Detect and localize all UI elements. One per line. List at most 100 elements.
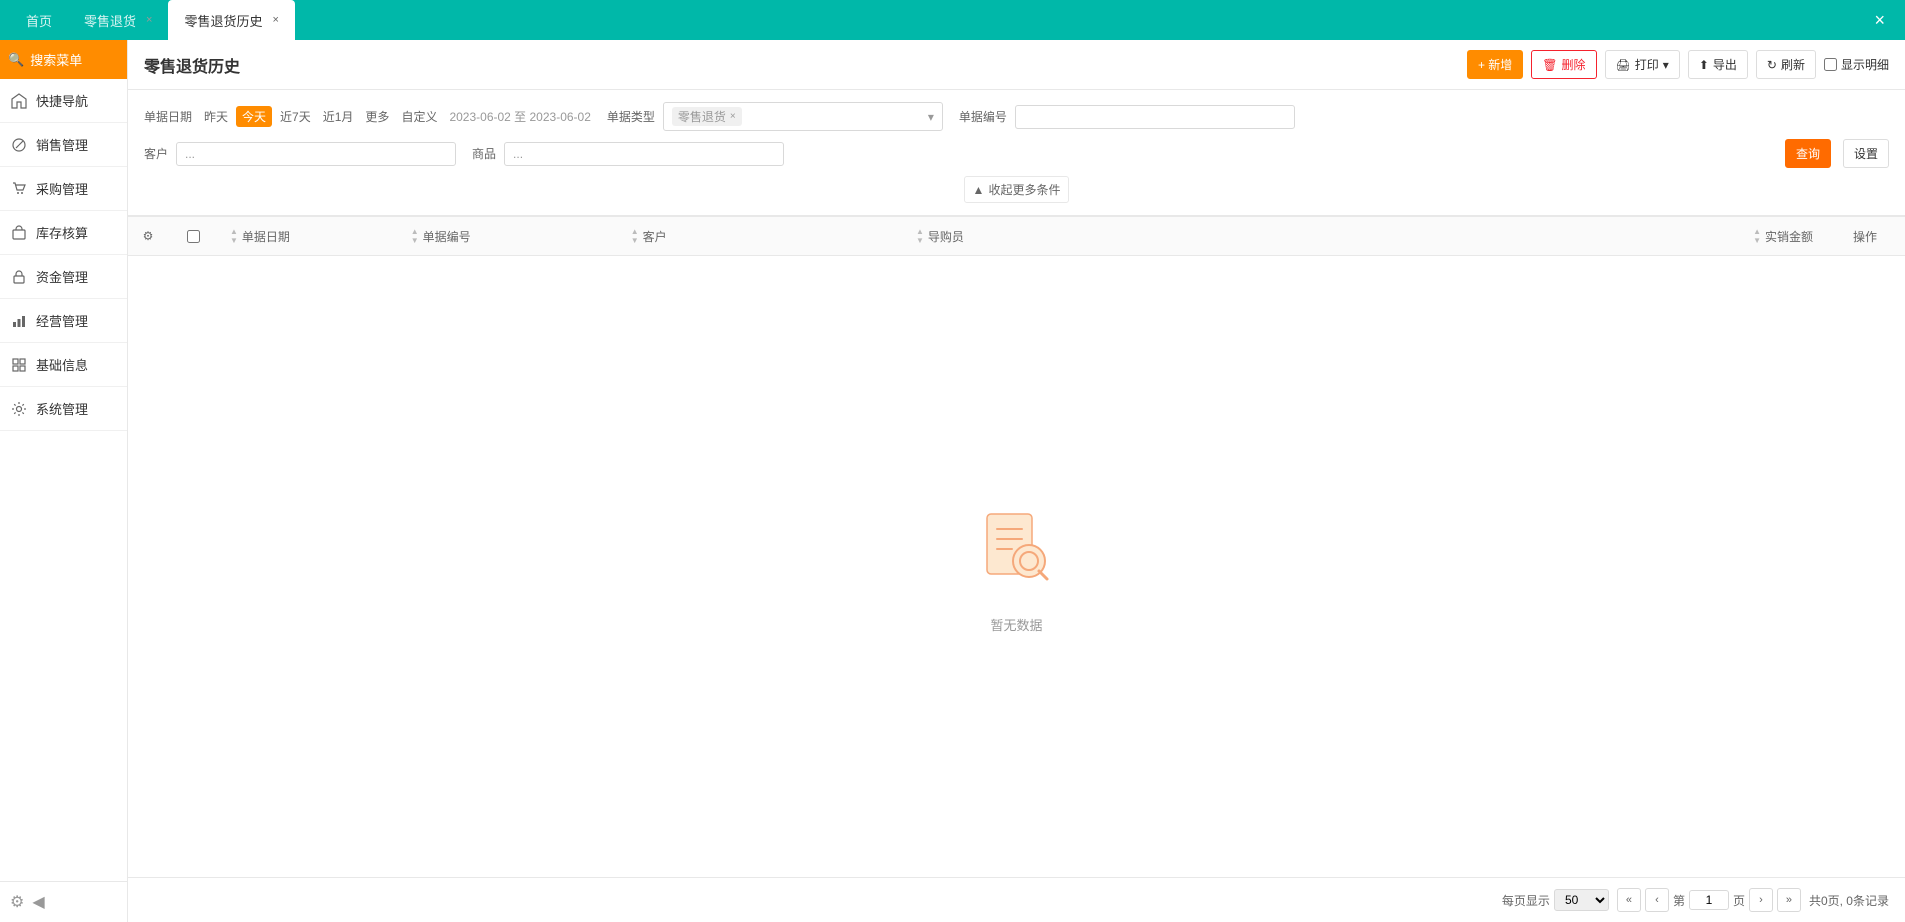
- th-voucher-no[interactable]: ▲▼ 单据编号: [399, 217, 619, 255]
- sidebar-item-sales-mgmt[interactable]: 销售管理: [0, 123, 127, 167]
- sidebar-item-finance[interactable]: 资金管理: [0, 255, 127, 299]
- sidebar-collapse-button[interactable]: ◀: [32, 892, 44, 912]
- page-title: 零售退货历史: [144, 53, 240, 77]
- customer-selector[interactable]: ...: [176, 142, 456, 166]
- filter-row-1: 单据日期 昨天 今天 近7天 近1月 更多 自定义 2023-06-02 至 2…: [144, 102, 1889, 131]
- voucher-type-selector[interactable]: 零售退货 × ▾: [663, 102, 943, 131]
- sidebar-settings-button[interactable]: ⚙: [10, 892, 24, 912]
- print-button[interactable]: 🖨 打印 ▾: [1605, 50, 1680, 79]
- table-header: ⚙ ▲▼ 单据日期 ▲▼ 单据编号 ▲▼ 客户: [128, 216, 1905, 256]
- sidebar-item-quick-nav[interactable]: 快捷导航: [0, 79, 127, 123]
- page-prev-button[interactable]: ‹: [1645, 888, 1669, 912]
- tab-home-label: 首页: [26, 11, 52, 30]
- tab-retail-return-history-label: 零售退货历史: [184, 11, 262, 30]
- refresh-icon: ↻: [1767, 58, 1777, 72]
- th-spacer: [1124, 217, 1671, 255]
- tab-retail-return-history[interactable]: 零售退货历史 ×: [168, 0, 294, 40]
- show-detail-checkbox-label[interactable]: 显示明细: [1824, 56, 1889, 73]
- tab-retail-return[interactable]: 零售退货 ×: [68, 0, 168, 40]
- sidebar-item-quick-nav-label: 快捷导航: [36, 91, 88, 110]
- goods-selector[interactable]: ...: [504, 142, 784, 166]
- grid-icon: [10, 356, 28, 374]
- new-button[interactable]: + 新增: [1467, 50, 1523, 79]
- page-total-info: 共0页, 0条记录: [1809, 892, 1889, 909]
- table-settings-icon[interactable]: ⚙: [143, 229, 154, 243]
- date-opt-today[interactable]: 今天: [236, 106, 272, 127]
- page-next-button[interactable]: ›: [1749, 888, 1773, 912]
- page-first-button[interactable]: «: [1617, 888, 1641, 912]
- app-close-button[interactable]: ×: [1864, 10, 1895, 31]
- tab-retail-return-label: 零售退货: [84, 11, 136, 30]
- actual-amount-sort-icon: ▲▼: [1753, 227, 1761, 245]
- sidebar-item-operations[interactable]: 经营管理: [0, 299, 127, 343]
- sidebar-item-inventory[interactable]: 库存核算: [0, 211, 127, 255]
- collapse-filter-button[interactable]: ▲ 收起更多条件: [964, 176, 1070, 203]
- sidebar-item-base-info[interactable]: 基础信息: [0, 343, 127, 387]
- print-label: 打印: [1635, 56, 1659, 73]
- th-checkbox[interactable]: [168, 217, 218, 255]
- main-content: 零售退货历史 + 新增 🗑 删除 🖨 打印 ▾ ⬆ 导出: [128, 40, 1905, 922]
- box-icon: [10, 224, 28, 242]
- empty-icon: [967, 499, 1067, 599]
- sidebar-footer: ⚙ ◀: [0, 881, 127, 922]
- goods-label: 商品: [472, 145, 496, 162]
- show-detail-checkbox[interactable]: [1824, 58, 1837, 71]
- page-number-input[interactable]: [1689, 890, 1729, 910]
- chart-icon: [10, 136, 28, 154]
- th-voucher-no-label: 单据编号: [423, 228, 471, 245]
- th-actual-amount[interactable]: ▲▼ 实销金额: [1670, 217, 1825, 255]
- voucher-type-label: 单据类型: [607, 108, 655, 125]
- date-opt-1month[interactable]: 近1月: [319, 106, 358, 127]
- print-dropdown-icon: ▾: [1663, 58, 1669, 72]
- sidebar-search-label: 搜索菜单: [30, 50, 82, 69]
- th-guide[interactable]: ▲▼ 导购员: [904, 217, 1124, 255]
- page-size-area: 每页显示 10 20 50 100: [1502, 889, 1609, 911]
- delete-button[interactable]: 🗑 删除: [1531, 50, 1596, 79]
- date-opt-more[interactable]: 更多: [361, 106, 393, 127]
- sidebar-item-base-info-label: 基础信息: [36, 355, 88, 374]
- sidebar: 🔍 搜索菜单 快捷导航 销售管理 采购管理: [0, 40, 128, 922]
- main-area: 🔍 搜索菜单 快捷导航 销售管理 采购管理: [0, 40, 1905, 922]
- th-operation-label: 操作: [1853, 228, 1877, 245]
- select-all-checkbox[interactable]: [187, 230, 200, 243]
- voucher-no-label: 单据编号: [959, 108, 1007, 125]
- sidebar-item-purchase-mgmt[interactable]: 采购管理: [0, 167, 127, 211]
- th-settings[interactable]: ⚙: [128, 217, 168, 255]
- sidebar-search[interactable]: 🔍 搜索菜单: [0, 40, 127, 79]
- lock-icon: [10, 268, 28, 286]
- th-operation: 操作: [1825, 217, 1905, 255]
- refresh-label: 刷新: [1781, 56, 1805, 73]
- table-area: ⚙ ▲▼ 单据日期 ▲▼ 单据编号 ▲▼ 客户: [128, 216, 1905, 877]
- refresh-button[interactable]: ↻ 刷新: [1756, 50, 1816, 79]
- top-bar: 首页 零售退货 × 零售退货历史 × ×: [0, 0, 1905, 40]
- app-wrapper: 首页 零售退货 × 零售退货历史 × × 🔍 搜索菜单: [0, 0, 1905, 922]
- filter-voucher-date: 单据日期 昨天 今天 近7天 近1月 更多 自定义 2023-06-02 至 2…: [144, 106, 591, 127]
- sidebar-item-sales-mgmt-label: 销售管理: [36, 135, 88, 154]
- export-icon: ⬆: [1699, 58, 1709, 72]
- export-button[interactable]: ⬆ 导出: [1688, 50, 1748, 79]
- page-size-select[interactable]: 10 20 50 100: [1554, 889, 1609, 911]
- date-opt-yesterday[interactable]: 昨天: [200, 106, 232, 127]
- sidebar-item-sys-mgmt-label: 系统管理: [36, 399, 88, 418]
- tab-home[interactable]: 首页: [10, 0, 68, 40]
- export-label: 导出: [1713, 56, 1737, 73]
- date-opt-7days[interactable]: 近7天: [276, 106, 315, 127]
- voucher-type-tag: 零售退货 ×: [672, 107, 742, 126]
- voucher-no-input[interactable]: [1015, 105, 1295, 129]
- tab-retail-return-close[interactable]: ×: [146, 14, 152, 26]
- tab-retail-return-history-close[interactable]: ×: [272, 14, 278, 26]
- page-last-button[interactable]: »: [1777, 888, 1801, 912]
- voucher-type-tag-close[interactable]: ×: [730, 111, 736, 122]
- filter-customer: 客户 ...: [144, 142, 456, 166]
- customer-sort-icon: ▲▼: [631, 227, 639, 245]
- collapse-up-icon: ▲: [973, 183, 985, 197]
- th-voucher-date[interactable]: ▲▼ 单据日期: [218, 217, 399, 255]
- bar-chart-icon: [10, 312, 28, 330]
- filter-settings-button[interactable]: 设置: [1843, 139, 1889, 168]
- th-customer[interactable]: ▲▼ 客户: [619, 217, 904, 255]
- filter-voucher-no: 单据编号: [959, 105, 1295, 129]
- filter-area: 单据日期 昨天 今天 近7天 近1月 更多 自定义 2023-06-02 至 2…: [128, 90, 1905, 216]
- sidebar-item-sys-mgmt[interactable]: 系统管理: [0, 387, 127, 431]
- query-button[interactable]: 查询: [1785, 139, 1831, 168]
- date-opt-custom[interactable]: 自定义: [397, 106, 441, 127]
